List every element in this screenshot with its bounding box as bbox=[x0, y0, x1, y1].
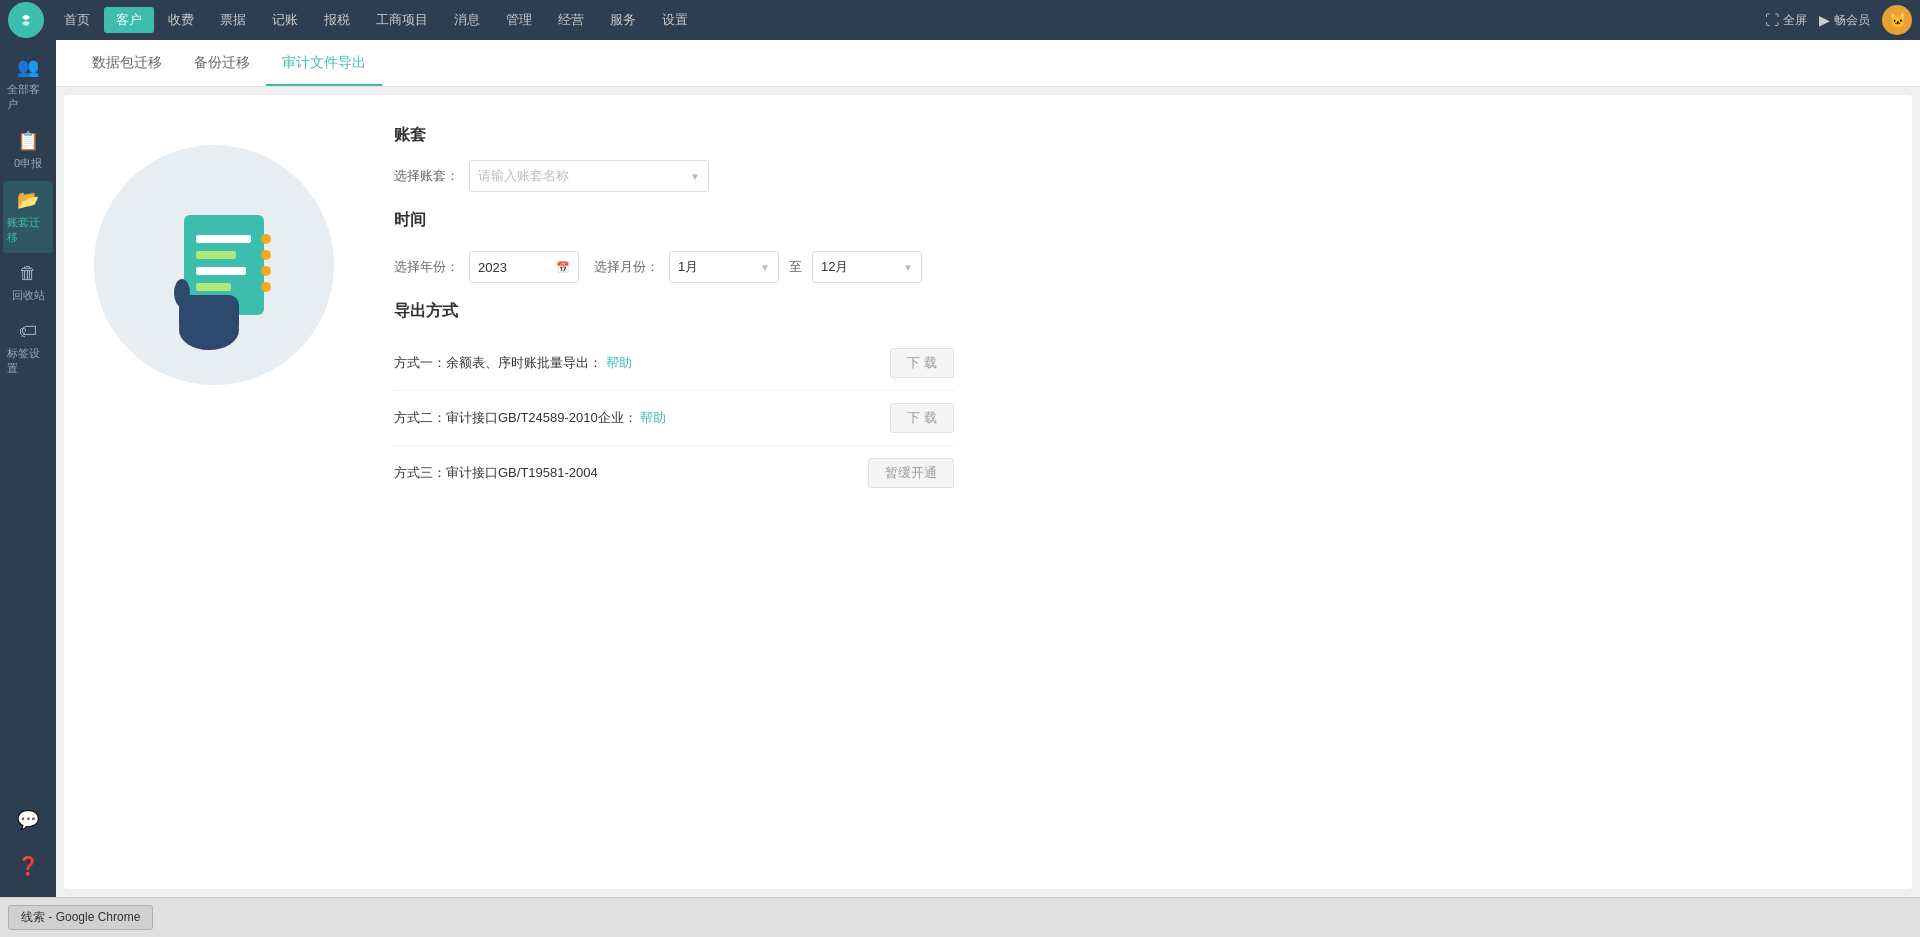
nav-bizproject[interactable]: 工商项目 bbox=[364, 7, 440, 33]
nav-service[interactable]: 服务 bbox=[598, 7, 648, 33]
chat-icon: 💬 bbox=[17, 809, 39, 831]
svg-rect-2 bbox=[196, 235, 251, 243]
svg-rect-3 bbox=[196, 251, 236, 259]
export-method-2-download-button[interactable]: 下 载 bbox=[890, 403, 954, 433]
nav-operations[interactable]: 经营 bbox=[546, 7, 596, 33]
svg-rect-4 bbox=[196, 267, 246, 275]
export-method-2: 方式二：审计接口GB/T24589-2010企业： 帮助 下 载 bbox=[394, 391, 954, 446]
export-method-2-help[interactable]: 帮助 bbox=[640, 410, 666, 425]
nav-customer[interactable]: 客户 bbox=[104, 7, 154, 33]
nav-home[interactable]: 首页 bbox=[52, 7, 102, 33]
main-layout: 👥 全部客户 📋 0申报 📂 账套迁移 🗑 回收站 🏷 标签设置 💬 ❓ bbox=[0, 40, 1920, 897]
year-calendar-icon: 📅 bbox=[556, 261, 570, 274]
export-method-1-download-button[interactable]: 下 载 bbox=[890, 348, 954, 378]
export-method-3-label: 方式三：审计接口GB/T19581-2004 bbox=[394, 464, 598, 482]
sidebar: 👥 全部客户 📋 0申报 📂 账套迁移 🗑 回收站 🏷 标签设置 💬 ❓ bbox=[0, 40, 56, 897]
top-nav-right: ⛶ 全屏 ▶ 畅会员 🐱 bbox=[1765, 5, 1912, 35]
to-label: 至 bbox=[789, 258, 802, 276]
account-set-title: 账套 bbox=[394, 125, 954, 146]
member-button[interactable]: ▶ 畅会员 bbox=[1819, 12, 1870, 29]
sidebar-item-all-customers[interactable]: 👥 全部客户 bbox=[3, 48, 53, 120]
svg-point-8 bbox=[261, 266, 271, 276]
illustration-area bbox=[94, 125, 334, 859]
nav-tax[interactable]: 报税 bbox=[312, 7, 362, 33]
customers-icon: 👥 bbox=[17, 56, 39, 78]
sidebar-item-recycle[interactable]: 🗑 回收站 bbox=[3, 255, 53, 311]
nav-manage[interactable]: 管理 bbox=[494, 7, 544, 33]
nav-settings[interactable]: 设置 bbox=[650, 7, 700, 33]
nav-items: 首页 客户 收费 票据 记账 报税 工商项目 消息 管理 经营 服务 设置 bbox=[52, 7, 1765, 33]
time-row: 选择年份： 2023 📅 选择月份： 1月 ▼ 至 12月 ▼ bbox=[394, 251, 954, 283]
export-method-1-help[interactable]: 帮助 bbox=[606, 355, 632, 370]
year-value: 2023 bbox=[478, 260, 507, 275]
svg-rect-5 bbox=[196, 283, 231, 291]
sidebar-item-tag-settings[interactable]: 🏷 标签设置 bbox=[3, 313, 53, 384]
tab-data-migration[interactable]: 数据包迁移 bbox=[76, 40, 178, 86]
content-area: 数据包迁移 备份迁移 审计文件导出 bbox=[56, 40, 1920, 897]
avatar[interactable]: 🐱 bbox=[1882, 5, 1912, 35]
year-select[interactable]: 2023 📅 bbox=[469, 251, 579, 283]
fullscreen-button[interactable]: ⛶ 全屏 bbox=[1765, 12, 1807, 29]
tab-audit-export[interactable]: 审计文件导出 bbox=[266, 40, 382, 86]
nav-billing[interactable]: 收费 bbox=[156, 7, 206, 33]
month-end-arrow-icon: ▼ bbox=[903, 262, 913, 273]
account-set-select[interactable]: 请输入账套名称 ▼ bbox=[469, 160, 709, 192]
month-start-value: 1月 bbox=[678, 258, 698, 276]
taskbar: 线索 - Google Chrome bbox=[0, 897, 1920, 937]
export-method-2-label: 方式二：审计接口GB/T24589-2010企业： 帮助 bbox=[394, 409, 666, 427]
logo[interactable] bbox=[8, 2, 44, 38]
account-set-label: 选择账套： bbox=[394, 167, 459, 185]
tab-bar: 数据包迁移 备份迁移 审计文件导出 bbox=[56, 40, 1920, 87]
year-label: 选择年份： bbox=[394, 258, 459, 276]
migration-icon: 📂 bbox=[17, 189, 39, 211]
tab-backup-migration[interactable]: 备份迁移 bbox=[178, 40, 266, 86]
form-area: 账套 选择账套： 请输入账套名称 ▼ 时间 选择年份： 2023 📅 bbox=[394, 125, 954, 859]
month-select-end[interactable]: 12月 ▼ bbox=[812, 251, 922, 283]
sidebar-bottom-help[interactable]: ❓ bbox=[3, 847, 53, 885]
help-icon: ❓ bbox=[17, 855, 39, 877]
sidebar-item-account-migration[interactable]: 📂 账套迁移 bbox=[3, 181, 53, 253]
account-set-row: 选择账套： 请输入账套名称 ▼ bbox=[394, 160, 954, 192]
taskbar-chrome-item[interactable]: 线索 - Google Chrome bbox=[8, 905, 153, 930]
page-content: 账套 选择账套： 请输入账套名称 ▼ 时间 选择年份： 2023 📅 bbox=[64, 95, 1912, 889]
nav-bookkeeping[interactable]: 记账 bbox=[260, 7, 310, 33]
recycle-icon: 🗑 bbox=[19, 263, 37, 284]
export-method-1: 方式一：余额表、序时账批量导出： 帮助 下 载 bbox=[394, 336, 954, 391]
tag-icon: 🏷 bbox=[19, 321, 37, 342]
month-end-value: 12月 bbox=[821, 258, 848, 276]
svg-point-12 bbox=[174, 279, 190, 307]
export-title: 导出方式 bbox=[394, 301, 954, 322]
sidebar-bottom: 💬 ❓ bbox=[3, 801, 53, 897]
svg-point-7 bbox=[261, 250, 271, 260]
export-method-1-label: 方式一：余额表、序时账批量导出： 帮助 bbox=[394, 354, 632, 372]
account-set-placeholder: 请输入账套名称 bbox=[478, 167, 569, 185]
export-method-3: 方式三：审计接口GB/T19581-2004 暂缓开通 bbox=[394, 446, 954, 500]
illustration-circle bbox=[94, 145, 334, 385]
top-nav: 首页 客户 收费 票据 记账 报税 工商项目 消息 管理 经营 服务 设置 ⛶ … bbox=[0, 0, 1920, 40]
nav-invoice[interactable]: 票据 bbox=[208, 7, 258, 33]
sidebar-item-zero-declaration[interactable]: 📋 0申报 bbox=[3, 122, 53, 179]
time-title: 时间 bbox=[394, 210, 954, 231]
month-label: 选择月份： bbox=[589, 258, 659, 276]
month-select-start[interactable]: 1月 ▼ bbox=[669, 251, 779, 283]
export-section: 方式一：余额表、序时账批量导出： 帮助 下 载 方式二：审计接口GB/T2458… bbox=[394, 336, 954, 500]
declaration-icon: 📋 bbox=[17, 130, 39, 152]
svg-point-6 bbox=[261, 234, 271, 244]
month-start-arrow-icon: ▼ bbox=[760, 262, 770, 273]
account-set-arrow-icon: ▼ bbox=[690, 171, 700, 182]
nav-message[interactable]: 消息 bbox=[442, 7, 492, 33]
export-method-3-open-button[interactable]: 暂缓开通 bbox=[868, 458, 954, 488]
sidebar-bottom-chat[interactable]: 💬 bbox=[3, 801, 53, 839]
svg-point-9 bbox=[261, 282, 271, 292]
